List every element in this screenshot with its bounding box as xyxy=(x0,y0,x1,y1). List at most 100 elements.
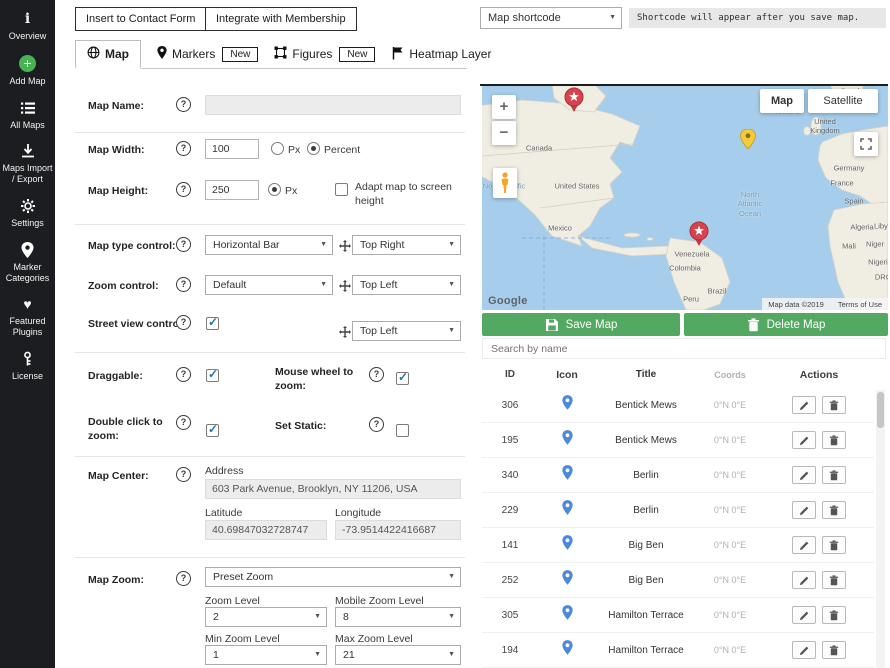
pin-yellow-map-marker[interactable] xyxy=(739,128,757,154)
help-icon[interactable] xyxy=(176,415,191,430)
header-title[interactable]: Title xyxy=(596,369,696,380)
adapt-height-label: Adapt map to screen height xyxy=(355,181,452,207)
sidebar-item-add-map[interactable]: Add Map xyxy=(0,48,55,93)
help-icon[interactable] xyxy=(176,141,191,156)
new-badge: New xyxy=(222,46,259,62)
mobile-zoom-select[interactable]: 8 xyxy=(335,607,461,627)
insert-contact-form-button[interactable]: Insert to Contact Form xyxy=(75,7,207,31)
sidebar-item-license[interactable]: License xyxy=(0,344,55,388)
street-view-position-select[interactable]: Top Left xyxy=(352,321,461,341)
longitude-input[interactable] xyxy=(335,520,461,540)
zoom-preset-select[interactable]: Preset Zoom xyxy=(205,567,461,587)
address-input[interactable] xyxy=(205,479,461,499)
map-type-satellite-button[interactable]: Satellite xyxy=(808,89,878,113)
height-px-radio[interactable] xyxy=(268,183,281,196)
delete-marker-button[interactable] xyxy=(822,466,846,484)
zoom-position-select[interactable]: Top Left xyxy=(352,275,461,295)
map-type-map-button[interactable]: Map xyxy=(760,89,804,113)
tab-map[interactable]: Map xyxy=(75,40,141,69)
terms-of-use-link[interactable]: Terms of Use xyxy=(838,300,882,309)
table-row[interactable]: 305 Hamilton Terrace 0°N 0°E xyxy=(482,598,874,633)
sidebar-item-featured-plugins[interactable]: Featured Plugins xyxy=(0,289,55,344)
sidebar-item-maps-import-export[interactable]: Maps Import / Export xyxy=(0,136,55,191)
scrollbar-thumb[interactable] xyxy=(877,392,884,428)
help-icon[interactable] xyxy=(176,237,191,252)
pegman-street-view[interactable] xyxy=(493,168,517,198)
max-zoom-select[interactable]: 21 xyxy=(335,645,461,665)
sidebar-item-settings[interactable]: Settings xyxy=(0,191,55,235)
help-icon[interactable] xyxy=(369,417,384,432)
delete-map-button[interactable]: Delete Map xyxy=(684,313,888,336)
table-row[interactable]: 252 Big Ben 0°N 0°E xyxy=(482,563,874,598)
tab-figures[interactable]: Figures New xyxy=(274,46,376,62)
fullscreen-button[interactable] xyxy=(854,132,878,156)
delete-marker-button[interactable] xyxy=(822,431,846,449)
zoom-out-button[interactable] xyxy=(492,121,516,145)
edit-marker-button[interactable] xyxy=(792,571,816,589)
map-height-input[interactable] xyxy=(205,180,259,200)
map-name-input[interactable] xyxy=(205,95,461,115)
tab-markers[interactable]: Markers New xyxy=(157,46,259,62)
map-shortcode-select[interactable]: Map shortcode xyxy=(480,7,622,29)
edit-marker-button[interactable] xyxy=(792,396,816,414)
sidebar-item-all-maps[interactable]: All Maps xyxy=(0,93,55,137)
tab-heatmap-layer[interactable]: Heatmap Layer xyxy=(391,46,491,63)
help-icon[interactable] xyxy=(176,182,191,197)
table-row[interactable]: 194 Hamilton Terrace 0°N 0°E xyxy=(482,633,874,668)
sidebar-item-overview[interactable]: Overview xyxy=(0,4,55,48)
edit-marker-button[interactable] xyxy=(792,641,816,659)
trash-icon xyxy=(747,317,759,331)
marker-id: 194 xyxy=(501,644,519,656)
help-icon[interactable] xyxy=(176,277,191,292)
edit-marker-button[interactable] xyxy=(792,466,816,484)
delete-marker-button[interactable] xyxy=(822,641,846,659)
help-icon[interactable] xyxy=(176,467,191,482)
help-icon[interactable] xyxy=(176,571,191,586)
delete-marker-button[interactable] xyxy=(822,501,846,519)
table-row[interactable]: 141 Big Ben 0°N 0°E xyxy=(482,528,874,563)
star-red-map-marker[interactable] xyxy=(689,221,709,252)
map-type-position-select[interactable]: Top Right xyxy=(352,235,461,255)
help-icon[interactable] xyxy=(176,97,191,112)
delete-marker-button[interactable] xyxy=(822,396,846,414)
help-icon[interactable] xyxy=(176,315,191,330)
map-preview[interactable]: CanadaUnited StatesMexicoIcelandSwedenNo… xyxy=(482,86,888,310)
adapt-height-checkbox[interactable] xyxy=(335,183,348,196)
marker-coords: 0°N 0°E xyxy=(713,470,747,480)
edit-marker-button[interactable] xyxy=(792,536,816,554)
street-view-checkbox[interactable] xyxy=(206,315,219,330)
table-row[interactable]: 306 Bentick Mews 0°N 0°E xyxy=(482,388,874,423)
zoom-level-label: Zoom Level xyxy=(205,595,260,607)
delete-marker-button[interactable] xyxy=(822,536,846,554)
search-input[interactable] xyxy=(482,338,886,359)
header-id[interactable]: ID xyxy=(482,369,538,380)
zoom-control-select[interactable]: Default xyxy=(205,275,333,295)
latitude-input[interactable] xyxy=(205,520,327,540)
table-row[interactable]: 195 Bentick Mews 0°N 0°E xyxy=(482,423,874,458)
zoom-level-select[interactable]: 2 xyxy=(205,607,327,627)
width-percent-radio[interactable] xyxy=(307,142,320,155)
width-px-radio[interactable] xyxy=(271,142,284,155)
edit-marker-button[interactable] xyxy=(792,431,816,449)
help-icon[interactable] xyxy=(369,367,384,382)
map-width-input[interactable] xyxy=(205,139,259,159)
integrate-membership-button[interactable]: Integrate with Membership xyxy=(205,7,357,31)
delete-marker-button[interactable] xyxy=(822,606,846,624)
map-type-select[interactable]: Horizontal Bar xyxy=(205,235,333,255)
table-row[interactable]: 229 Berlin 0°N 0°E xyxy=(482,493,874,528)
delete-marker-button[interactable] xyxy=(822,571,846,589)
draggable-checkbox[interactable] xyxy=(206,367,219,382)
edit-marker-button[interactable] xyxy=(792,501,816,519)
zoom-in-button[interactable] xyxy=(492,95,516,119)
help-icon[interactable] xyxy=(176,367,191,382)
scrollbar-track[interactable] xyxy=(876,390,885,668)
table-row[interactable]: 340 Berlin 0°N 0°E xyxy=(482,458,874,493)
set-static-checkbox[interactable] xyxy=(396,424,409,437)
double-click-checkbox[interactable] xyxy=(206,422,219,437)
mouse-wheel-checkbox[interactable] xyxy=(396,370,409,385)
sidebar-item-marker-categories[interactable]: Marker Categories xyxy=(0,235,55,290)
min-zoom-select[interactable]: 1 xyxy=(205,645,327,665)
edit-marker-button[interactable] xyxy=(792,606,816,624)
save-map-button[interactable]: Save Map xyxy=(482,313,680,336)
star-red-map-marker[interactable] xyxy=(564,87,584,118)
